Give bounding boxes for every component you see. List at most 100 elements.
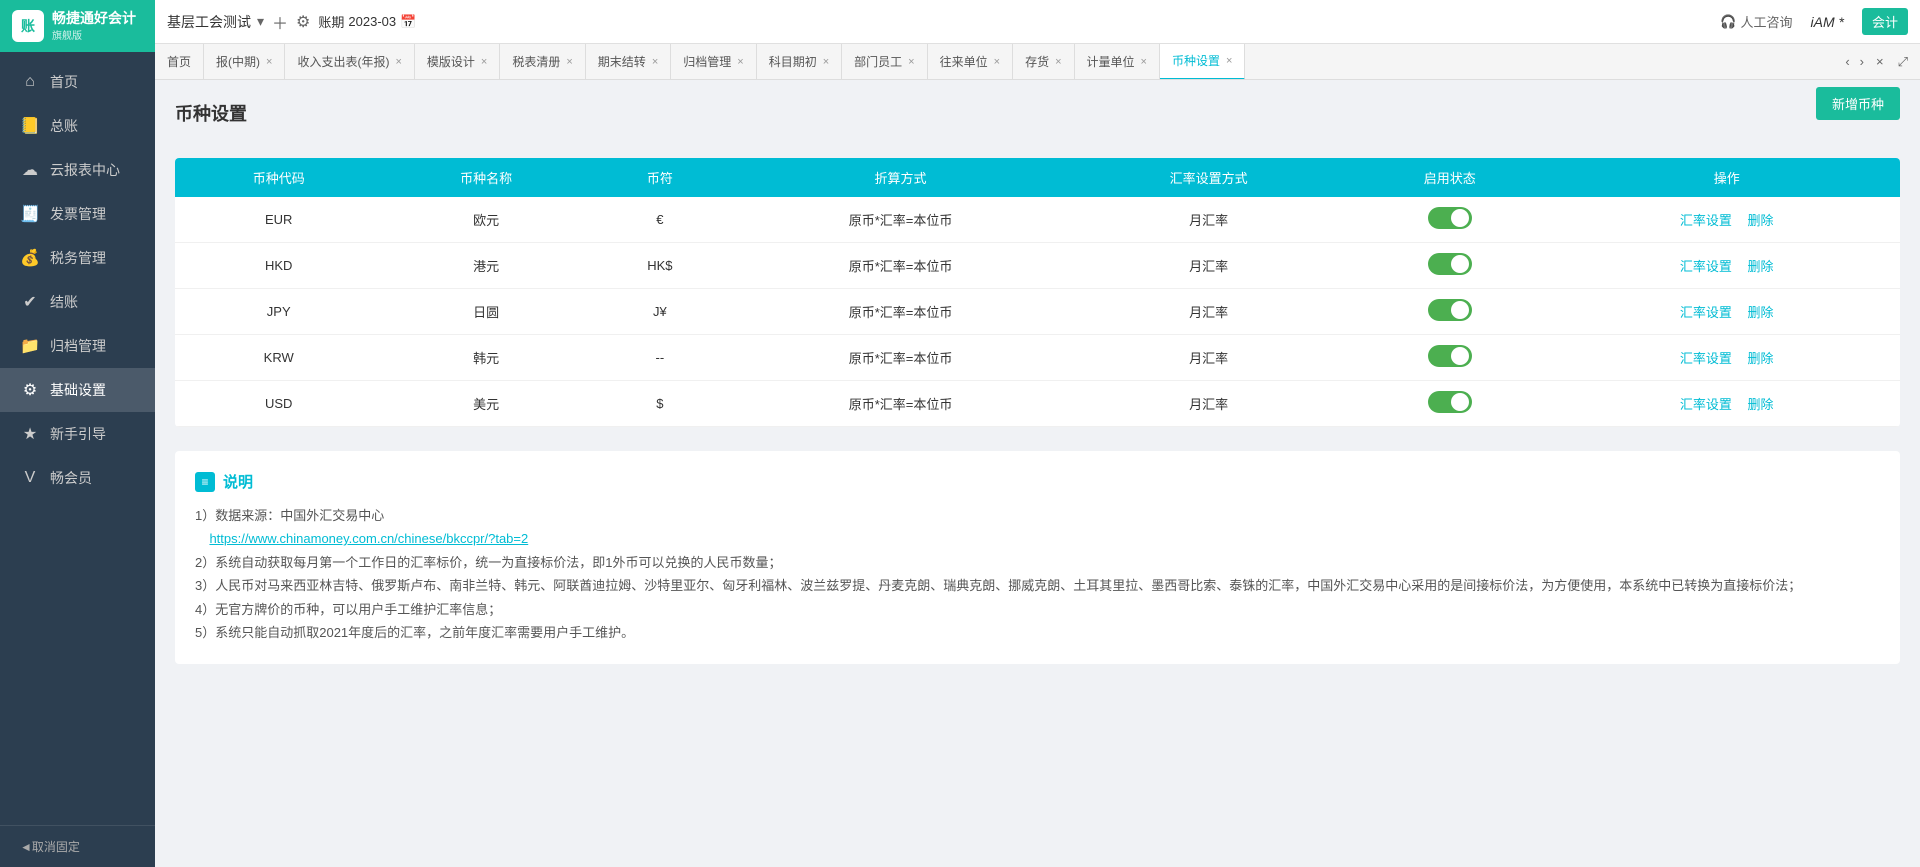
notes-item: 5）系统只能自动抓取2021年度后的汇率，之前年度汇率需要用户手工维护。 (195, 621, 1880, 644)
delete-4[interactable]: 删除 (1748, 397, 1774, 412)
tab-dept-close[interactable]: × (908, 56, 914, 68)
company-name-text: 基层工会测试 (167, 12, 251, 32)
toggle-1[interactable] (1428, 253, 1472, 275)
tab-unit[interactable]: 计量单位 × (1075, 44, 1160, 80)
toggle-2[interactable] (1428, 299, 1472, 321)
tab-annual-close[interactable]: × (395, 56, 401, 68)
delete-0[interactable]: 删除 (1748, 213, 1774, 228)
tab-annual[interactable]: 收入支出表(年报) × (285, 44, 414, 80)
sidebar-item-home[interactable]: ⌂ 首页 (0, 60, 155, 104)
tab-template[interactable]: 模版设计 × (415, 44, 500, 80)
tab-currency-label: 币种设置 (1172, 52, 1220, 69)
tab-subject-label: 科目期初 (769, 53, 817, 70)
settings-icon: ⚙ (20, 380, 40, 400)
rate-setting-1[interactable]: 汇率设置 (1680, 259, 1732, 274)
rate-setting-2[interactable]: 汇率设置 (1680, 305, 1732, 320)
delete-3[interactable]: 删除 (1748, 351, 1774, 366)
sidebar-item-tax[interactable]: 💰 税务管理 (0, 236, 155, 280)
settings-gear-icon[interactable]: ⚙ (296, 12, 310, 32)
rate-setting-4[interactable]: 汇率设置 (1680, 397, 1732, 412)
tab-subject-close[interactable]: × (823, 56, 829, 68)
tab-mid[interactable]: 报(中期) × (204, 44, 285, 80)
tab-expand-button[interactable]: ⤢ (1892, 52, 1914, 72)
tab-period-close[interactable]: × (652, 56, 658, 68)
tab-client-close[interactable]: × (994, 56, 1000, 68)
sidebar-item-settings[interactable]: ⚙ 基础设置 (0, 368, 155, 412)
tab-unit-close[interactable]: × (1141, 56, 1147, 68)
member-icon: V (20, 469, 40, 487)
cell-status-0 (1346, 197, 1553, 243)
cell-status-1 (1346, 243, 1553, 289)
tab-inventory-label: 存货 (1025, 53, 1049, 70)
sidebar-item-guide[interactable]: ★ 新手引导 (0, 412, 155, 456)
tab-close-all-button[interactable]: × (1870, 52, 1890, 71)
delete-1[interactable]: 删除 (1748, 259, 1774, 274)
guide-icon: ★ (20, 424, 40, 444)
tab-archive-close[interactable]: × (737, 56, 743, 68)
cell-calc-3: 原币*汇率=本位币 (730, 335, 1071, 381)
logo-sub: 旗舰版 (52, 27, 136, 42)
toggle-3[interactable] (1428, 345, 1472, 367)
calendar-icon[interactable]: 📅 (400, 14, 416, 30)
cell-code-3: KRW (175, 335, 382, 381)
invoice-icon: 🧾 (20, 204, 40, 224)
col-actions: 操作 (1553, 158, 1900, 197)
notes-item: 4）无官方牌价的币种，可以用户手工维护汇率信息； (195, 598, 1880, 621)
company-name: 基层工会测试 ▾ (167, 12, 264, 32)
main-area: 基层工会测试 ▾ ＋ ⚙ 账期 2023-03 📅 🎧 人工咨询 iAM * 会… (155, 0, 1920, 867)
cell-rate-2: 月汇率 (1071, 289, 1346, 335)
sidebar-collapse-button[interactable]: ◄取消固定 (0, 825, 155, 867)
cell-symbol-0: € (590, 197, 730, 243)
iam-star-label: iAM * (1801, 14, 1854, 30)
logo-text-container: 畅捷通好会计 旗舰版 (52, 10, 136, 42)
tab-home[interactable]: 首页 (155, 44, 204, 80)
tab-currency[interactable]: 币种设置 × (1160, 44, 1245, 80)
notes-item: 2）系统自动获取每月第一个工作日的汇率标价，统一为直接标价法，即1外币可以兑换的… (195, 551, 1880, 574)
tab-archive[interactable]: 归档管理 × (671, 44, 756, 80)
tab-client-label: 往来单位 (940, 53, 988, 70)
cell-actions-1: 汇率设置 删除 (1553, 243, 1900, 289)
customer-service-button[interactable]: 🎧 人工咨询 (1720, 12, 1792, 31)
currency-table-container: 币种代码 币种名称 币符 折算方式 汇率设置方式 启用状态 操作 EUR 欧元 … (175, 158, 1900, 427)
sidebar-item-invoice[interactable]: 🧾 发票管理 (0, 192, 155, 236)
rate-setting-0[interactable]: 汇率设置 (1680, 213, 1732, 228)
add-tab-button[interactable]: ＋ (272, 10, 288, 34)
tab-inventory-close[interactable]: × (1055, 56, 1061, 68)
company-dropdown-icon[interactable]: ▾ (257, 13, 264, 30)
tab-next-button[interactable]: › (1856, 52, 1868, 71)
toggle-4[interactable] (1428, 391, 1472, 413)
table-row: JPY 日圆 J¥ 原币*汇率=本位币 月汇率 汇率设置 删除 (175, 289, 1900, 335)
tab-inventory[interactable]: 存货 × (1013, 44, 1074, 80)
sidebar-item-ledger[interactable]: 📒 总账 (0, 104, 155, 148)
tab-period[interactable]: 期末结转 × (586, 44, 671, 80)
notes-list: 1）数据来源：中国外汇交易中心 https://www.chinamoney.c… (195, 504, 1880, 644)
sidebar-item-member[interactable]: V 畅会员 (0, 456, 155, 500)
toggle-0[interactable] (1428, 207, 1472, 229)
sidebar-item-archive[interactable]: 📁 归档管理 (0, 324, 155, 368)
tab-tax[interactable]: 税表清册 × (500, 44, 585, 80)
tab-client[interactable]: 往来单位 × (928, 44, 1013, 80)
tab-prev-button[interactable]: ‹ (1841, 52, 1853, 71)
tabs-bar: 首页 报(中期) × 收入支出表(年报) × 模版设计 × 税表清册 × 期末结… (155, 44, 1920, 80)
notes-link[interactable]: https://www.chinamoney.com.cn/chinese/bk… (209, 531, 528, 546)
tab-dept[interactable]: 部门员工 × (842, 44, 927, 80)
new-currency-button[interactable]: 新增币种 (1816, 87, 1900, 120)
cell-calc-4: 原币*汇率=本位币 (730, 381, 1071, 427)
tab-template-close[interactable]: × (481, 56, 487, 68)
sidebar-item-home-label: 首页 (50, 72, 78, 92)
toggle-knob-4 (1451, 393, 1469, 411)
rate-setting-3[interactable]: 汇率设置 (1680, 351, 1732, 366)
tab-currency-close[interactable]: × (1226, 55, 1232, 67)
tab-mid-close[interactable]: × (266, 56, 272, 68)
col-rate: 汇率设置方式 (1071, 158, 1346, 197)
tab-tax-close[interactable]: × (566, 56, 572, 68)
tab-unit-label: 计量单位 (1087, 53, 1135, 70)
tab-subject[interactable]: 科目期初 × (757, 44, 842, 80)
table-row: EUR 欧元 € 原币*汇率=本位币 月汇率 汇率设置 删除 (175, 197, 1900, 243)
sidebar-item-reports[interactable]: ☁ 云报表中心 (0, 148, 155, 192)
cell-symbol-1: HK$ (590, 243, 730, 289)
sidebar-item-settlement[interactable]: ✔ 结账 (0, 280, 155, 324)
page-title: 币种设置 (175, 100, 247, 126)
delete-2[interactable]: 删除 (1748, 305, 1774, 320)
kuaiji-button[interactable]: 会计 (1862, 8, 1908, 35)
